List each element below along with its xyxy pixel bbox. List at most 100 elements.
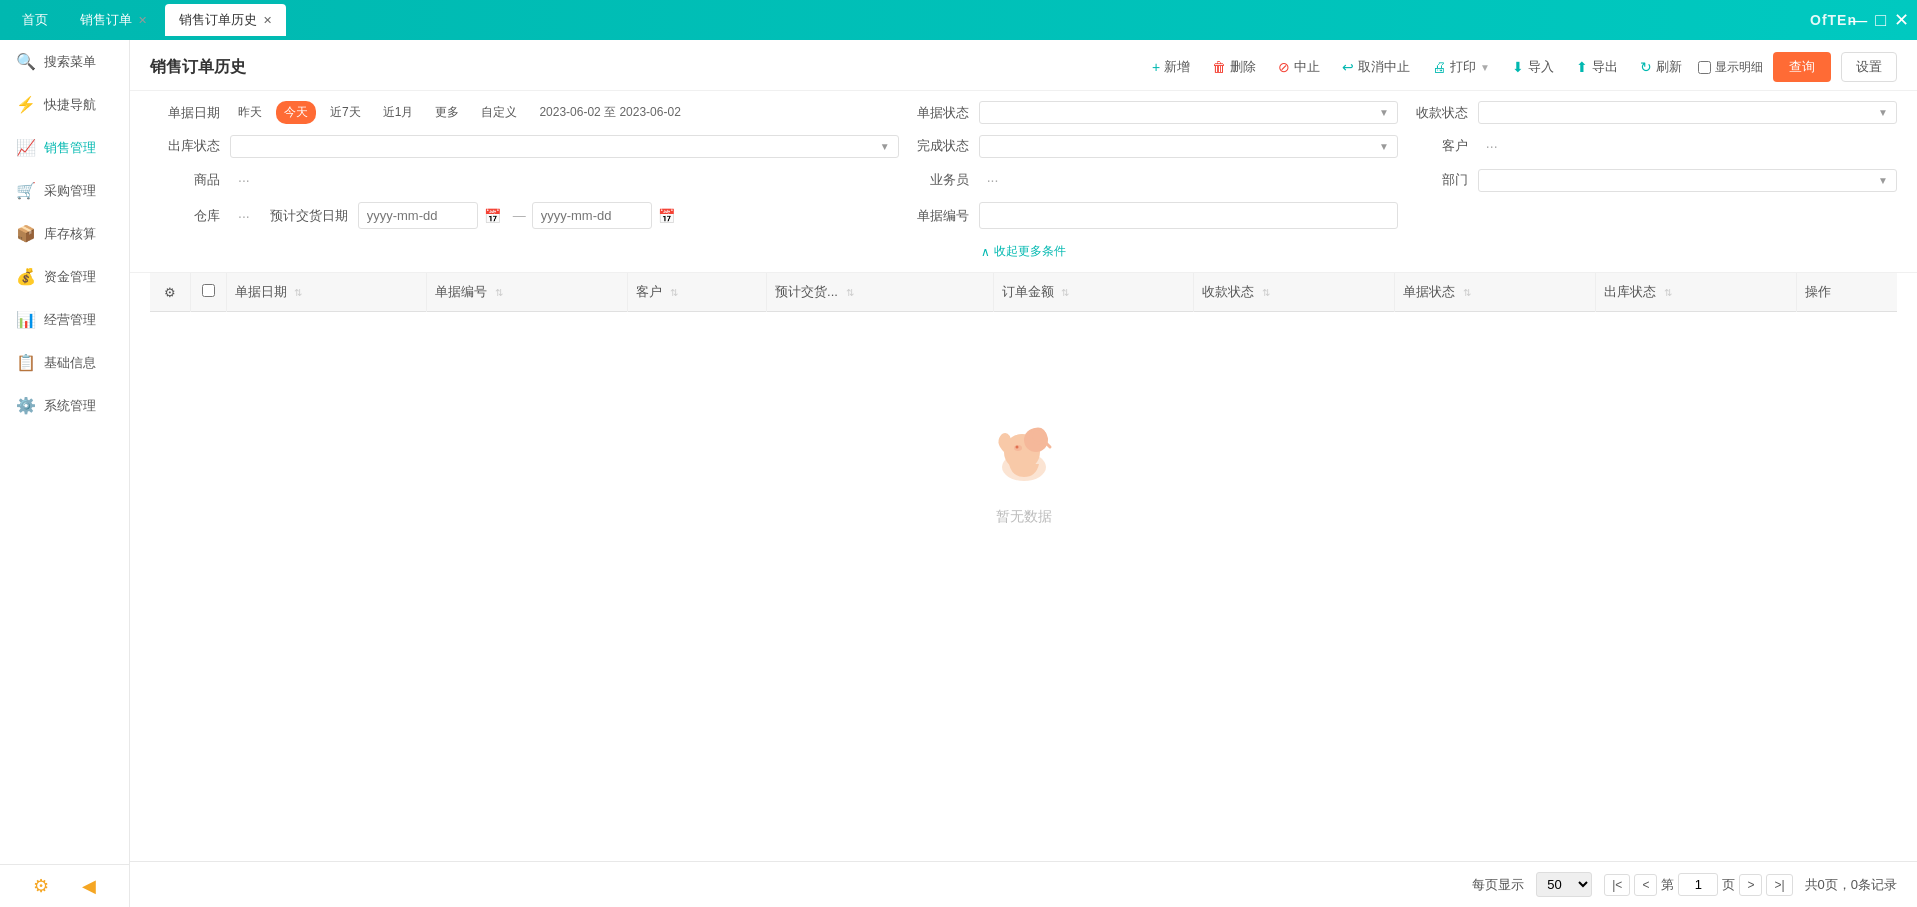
refresh-icon: ↻ [1640, 59, 1652, 75]
th-customer[interactable]: 客户 ⇅ [628, 273, 767, 312]
empty-illustration [974, 392, 1074, 492]
page-number-input[interactable] [1678, 873, 1718, 896]
date-btn-more[interactable]: 更多 [427, 101, 467, 124]
restore-btn[interactable]: □ [1875, 10, 1886, 31]
refresh-label: 刷新 [1656, 58, 1682, 76]
export-button[interactable]: ⬆ 导出 [1570, 54, 1624, 80]
sidebar-item-fund-mgmt-label: 资金管理 [44, 268, 96, 286]
sidebar-item-basic-info-label: 基础信息 [44, 354, 96, 372]
dept-filter-section: 部门 ▼ [1398, 169, 1897, 192]
page-unit: 页 [1722, 876, 1735, 894]
tab-sales-order[interactable]: 销售订单 ✕ [66, 4, 161, 36]
next-page-btn[interactable]: > [1739, 874, 1762, 896]
sidebar-item-purchase-mgmt[interactable]: 🛒 采购管理 [0, 169, 129, 212]
th-bill-status[interactable]: 单据状态 ⇅ [1395, 273, 1596, 312]
show-detail-checkbox[interactable] [1698, 61, 1711, 74]
sidebar-item-ops-mgmt[interactable]: 📊 经营管理 [0, 298, 129, 341]
th-out-status[interactable]: 出库状态 ⇅ [1595, 273, 1796, 312]
refresh-button[interactable]: ↻ 刷新 [1634, 54, 1688, 80]
sidebar-collapse-icon[interactable]: ◀ [82, 875, 96, 897]
select-all-checkbox[interactable] [202, 284, 215, 297]
purchase-mgmt-icon: 🛒 [16, 181, 36, 200]
page-size-select[interactable]: 20 50 100 [1536, 872, 1592, 897]
out-status-select[interactable]: ▼ [230, 135, 899, 158]
cancel-stop-button[interactable]: ↩ 取消中止 [1336, 54, 1416, 80]
dept-arrow: ▼ [1878, 175, 1888, 186]
th-checkbox[interactable] [190, 273, 226, 312]
sidebar-item-purchase-mgmt-label: 采购管理 [44, 182, 96, 200]
th-settings[interactable]: ⚙ [150, 273, 190, 312]
date-btn-custom[interactable]: 自定义 [473, 101, 525, 124]
dept-select[interactable]: ▼ [1478, 169, 1897, 192]
tab-sales-order-history[interactable]: 销售订单历史 ✕ [165, 4, 286, 36]
th-customer-label: 客户 [636, 284, 662, 299]
th-date-sort: ⇅ [294, 287, 302, 298]
new-icon: + [1152, 59, 1160, 75]
sidebar-item-inventory-check[interactable]: 📦 库存核算 [0, 212, 129, 255]
delete-button[interactable]: 🗑 删除 [1206, 54, 1262, 80]
query-button[interactable]: 查询 [1773, 52, 1831, 82]
delivery-date-start[interactable] [358, 202, 478, 229]
th-delivery-date[interactable]: 预计交货... ⇅ [767, 273, 993, 312]
stop-button[interactable]: ⊘ 中止 [1272, 54, 1326, 80]
out-status-label: 出库状态 [150, 137, 230, 155]
import-button[interactable]: ⬇ 导入 [1506, 54, 1560, 80]
sidebar-item-search-menu[interactable]: 🔍 搜索菜单 [0, 40, 129, 83]
goods-filter-section: 商品 ··· [150, 168, 899, 192]
date-btn-7days[interactable]: 近7天 [322, 101, 369, 124]
total-info: 共0页，0条记录 [1805, 876, 1897, 894]
th-actions-label: 操作 [1805, 284, 1831, 299]
salesperson-picker[interactable]: ··· [979, 168, 1007, 192]
system-mgmt-icon: ⚙️ [16, 396, 36, 415]
th-amount[interactable]: 订单金额 ⇅ [993, 273, 1194, 312]
prev-page-btn[interactable]: < [1634, 874, 1657, 896]
delivery-date-label: 预计交货日期 [258, 207, 358, 225]
brand-text: OfTEn [1810, 12, 1857, 28]
date-btn-yesterday[interactable]: 昨天 [230, 101, 270, 124]
delivery-date-end-calendar-icon[interactable]: 📅 [652, 208, 681, 224]
sidebar-item-system-mgmt[interactable]: ⚙️ 系统管理 [0, 384, 129, 427]
show-detail-checkbox-wrapper[interactable]: 显示明细 [1698, 59, 1763, 76]
tab-sales-order-close[interactable]: ✕ [138, 14, 147, 27]
sidebar-settings-icon[interactable]: ⚙ [33, 875, 49, 897]
th-bill-no-label: 单据编号 [435, 284, 487, 299]
salesperson-label: 业务员 [899, 171, 979, 189]
collapse-row[interactable]: ∧ 收起更多条件 [150, 239, 1897, 262]
new-button[interactable]: + 新增 [1146, 54, 1196, 80]
tab-sales-order-history-close[interactable]: ✕ [263, 14, 272, 27]
sidebar-bottom: ⚙ ◀ [0, 864, 129, 907]
date-btn-today[interactable]: 今天 [276, 101, 316, 124]
page-size-label: 每页显示 [1472, 876, 1524, 894]
bill-status-arrow: ▼ [1379, 107, 1389, 118]
th-out-status-label: 出库状态 [1604, 284, 1656, 299]
th-payment-status[interactable]: 收款状态 ⇅ [1194, 273, 1395, 312]
last-page-btn[interactable]: >| [1766, 874, 1792, 896]
filter-row-1: 单据日期 昨天 今天 近7天 近1月 更多 自定义 2023-06-02 至 2… [150, 101, 1897, 124]
close-window-btn[interactable]: ✕ [1894, 9, 1909, 31]
th-bill-status-sort: ⇅ [1463, 287, 1471, 298]
bill-no-input[interactable] [979, 202, 1398, 229]
sidebar-item-basic-info[interactable]: 📋 基础信息 [0, 341, 129, 384]
sidebar-item-sales-mgmt[interactable]: 📈 销售管理 [0, 126, 129, 169]
sidebar-item-fund-mgmt[interactable]: 💰 资金管理 [0, 255, 129, 298]
delivery-date-start-calendar-icon[interactable]: 📅 [478, 208, 507, 224]
payment-status-select[interactable]: ▼ [1478, 101, 1897, 124]
sidebar-item-quick-nav[interactable]: ⚡ 快捷导航 [0, 83, 129, 126]
th-bill-no[interactable]: 单据编号 ⇅ [427, 273, 628, 312]
delivery-date-end[interactable] [532, 202, 652, 229]
bill-status-select[interactable]: ▼ [979, 101, 1398, 124]
complete-status-select[interactable]: ▼ [979, 135, 1398, 158]
print-button[interactable]: 🖨 打印 ▼ [1426, 54, 1496, 80]
setting-button[interactable]: 设置 [1841, 52, 1897, 82]
warehouse-picker[interactable]: ··· [230, 204, 258, 228]
date-btn-1month[interactable]: 近1月 [375, 101, 422, 124]
goods-picker[interactable]: ··· [230, 168, 258, 192]
th-bill-status-label: 单据状态 [1403, 284, 1455, 299]
page-title: 销售订单历史 [150, 57, 246, 78]
tab-home[interactable]: 首页 [8, 4, 62, 36]
filter-row-4: 仓库 ··· 预计交货日期 📅 — 📅 单据编号 [150, 202, 1897, 229]
first-page-btn[interactable]: |< [1604, 874, 1630, 896]
customer-picker[interactable]: ··· [1478, 134, 1506, 158]
th-date[interactable]: 单据日期 ⇅ [226, 273, 427, 312]
print-icon: 🖨 [1432, 59, 1446, 75]
